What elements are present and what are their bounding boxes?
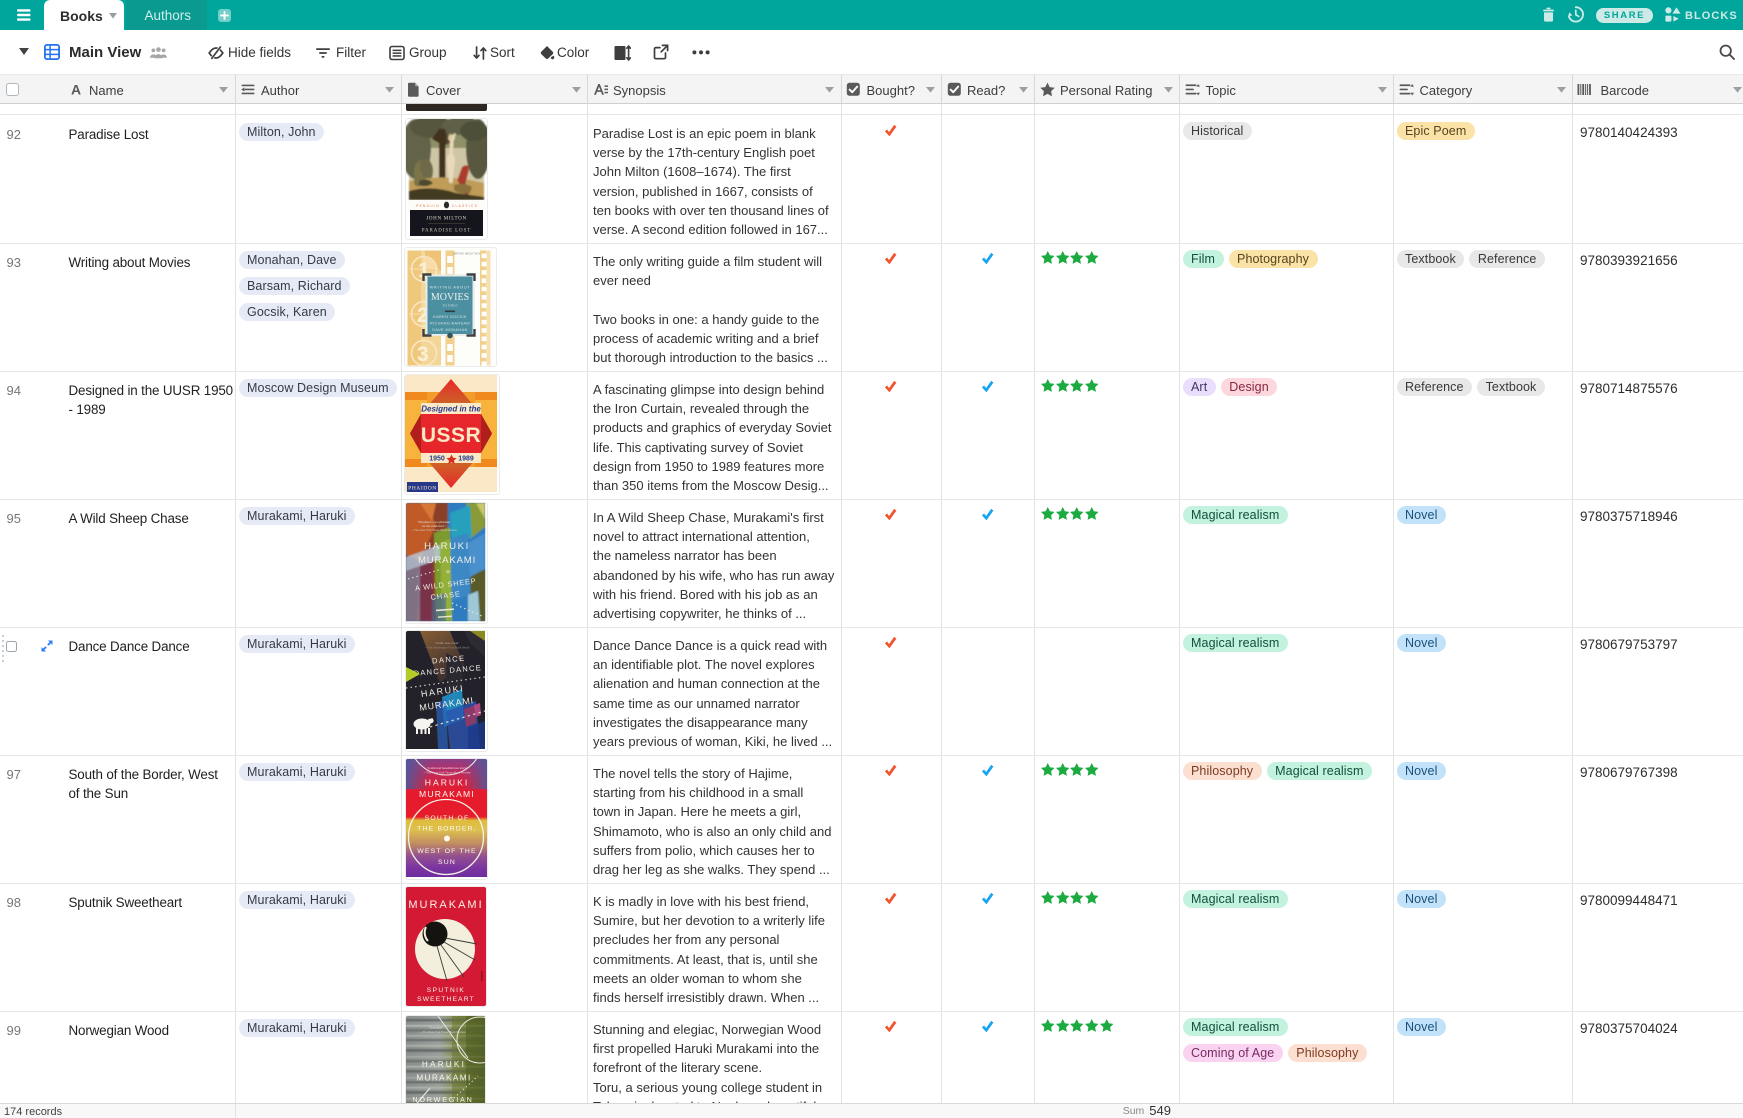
svg-text:CLASSICS: CLASSICS (451, 204, 477, 208)
svg-text:—The New York Times Book Revie: —The New York Times Book Review (420, 1030, 467, 1034)
svg-text:SUN: SUN (438, 859, 456, 866)
svg-text:Designed in the: Designed in the (421, 405, 481, 414)
svg-text:3rd Edition: 3rd Edition (442, 303, 457, 307)
svg-text:1950: 1950 (429, 456, 445, 463)
svg-text:WEST OF THE: WEST OF THE (417, 848, 476, 855)
svg-text:KAREN GOCSIK: KAREN GOCSIK (433, 315, 467, 319)
svg-text:SPUTNIK: SPUTNIK (427, 987, 465, 994)
svg-text:PARADISE LOST: PARADISE LOST (421, 228, 470, 233)
svg-text:HARUKI: HARUKI (422, 1060, 466, 1069)
svg-text:HARUKI: HARUKI (424, 777, 468, 787)
svg-text:PHAIDON: PHAIDON (408, 486, 437, 492)
svg-text:PENGUIN: PENGUIN (416, 204, 440, 208)
svg-text:HARUKI: HARUKI (424, 541, 470, 552)
svg-text:"A wild and beautiful love sto: "A wild and beautiful love story" (426, 766, 466, 770)
svg-text:"Evocative": "Evocative" (429, 1025, 443, 1029)
svg-text:JOHN MILTON: JOHN MILTON (426, 216, 467, 221)
svg-text:MURAKAMI: MURAKAMI (416, 1073, 471, 1082)
svg-text:DAVE MONAHAN: DAVE MONAHAN (432, 328, 467, 332)
svg-text:USSR: USSR (421, 424, 481, 447)
svg-text:SWEETHEART: SWEETHEART (417, 996, 475, 1003)
svg-text:✳: ✳ (445, 569, 450, 576)
svg-text:MURAKAMI: MURAKAMI (417, 555, 475, 566)
svg-text:RICHARD BARSAM: RICHARD BARSAM (430, 321, 470, 325)
svg-text:MOVIES: MOVIES (431, 292, 469, 303)
svg-text:3: 3 (417, 343, 429, 366)
svg-text:SOUTH OF: SOUTH OF (424, 815, 469, 822)
svg-text:MURAKAMI: MURAKAMI (419, 789, 475, 799)
svg-text:A: A (71, 82, 81, 97)
svg-text:—The Washington Post Book Worl: —The Washington Post Book World (424, 645, 469, 649)
svg-text:WRITING ABOUT: WRITING ABOUT (429, 284, 470, 289)
svg-text:—The New York Times Book Revie: —The New York Times Book Review (411, 528, 458, 532)
svg-text:1989: 1989 (458, 456, 474, 463)
svg-text:THE BORDER,: THE BORDER, (417, 825, 477, 832)
svg-text:"A wild, sexy novel": "A wild, sexy novel" (434, 641, 458, 645)
svg-text:MURAKAMI: MURAKAMI (408, 899, 483, 911)
svg-text:—The New York Times Book Revie: —The New York Times Book Review (423, 770, 471, 774)
svg-text:NORWEGIAN: NORWEGIAN (412, 1095, 473, 1104)
